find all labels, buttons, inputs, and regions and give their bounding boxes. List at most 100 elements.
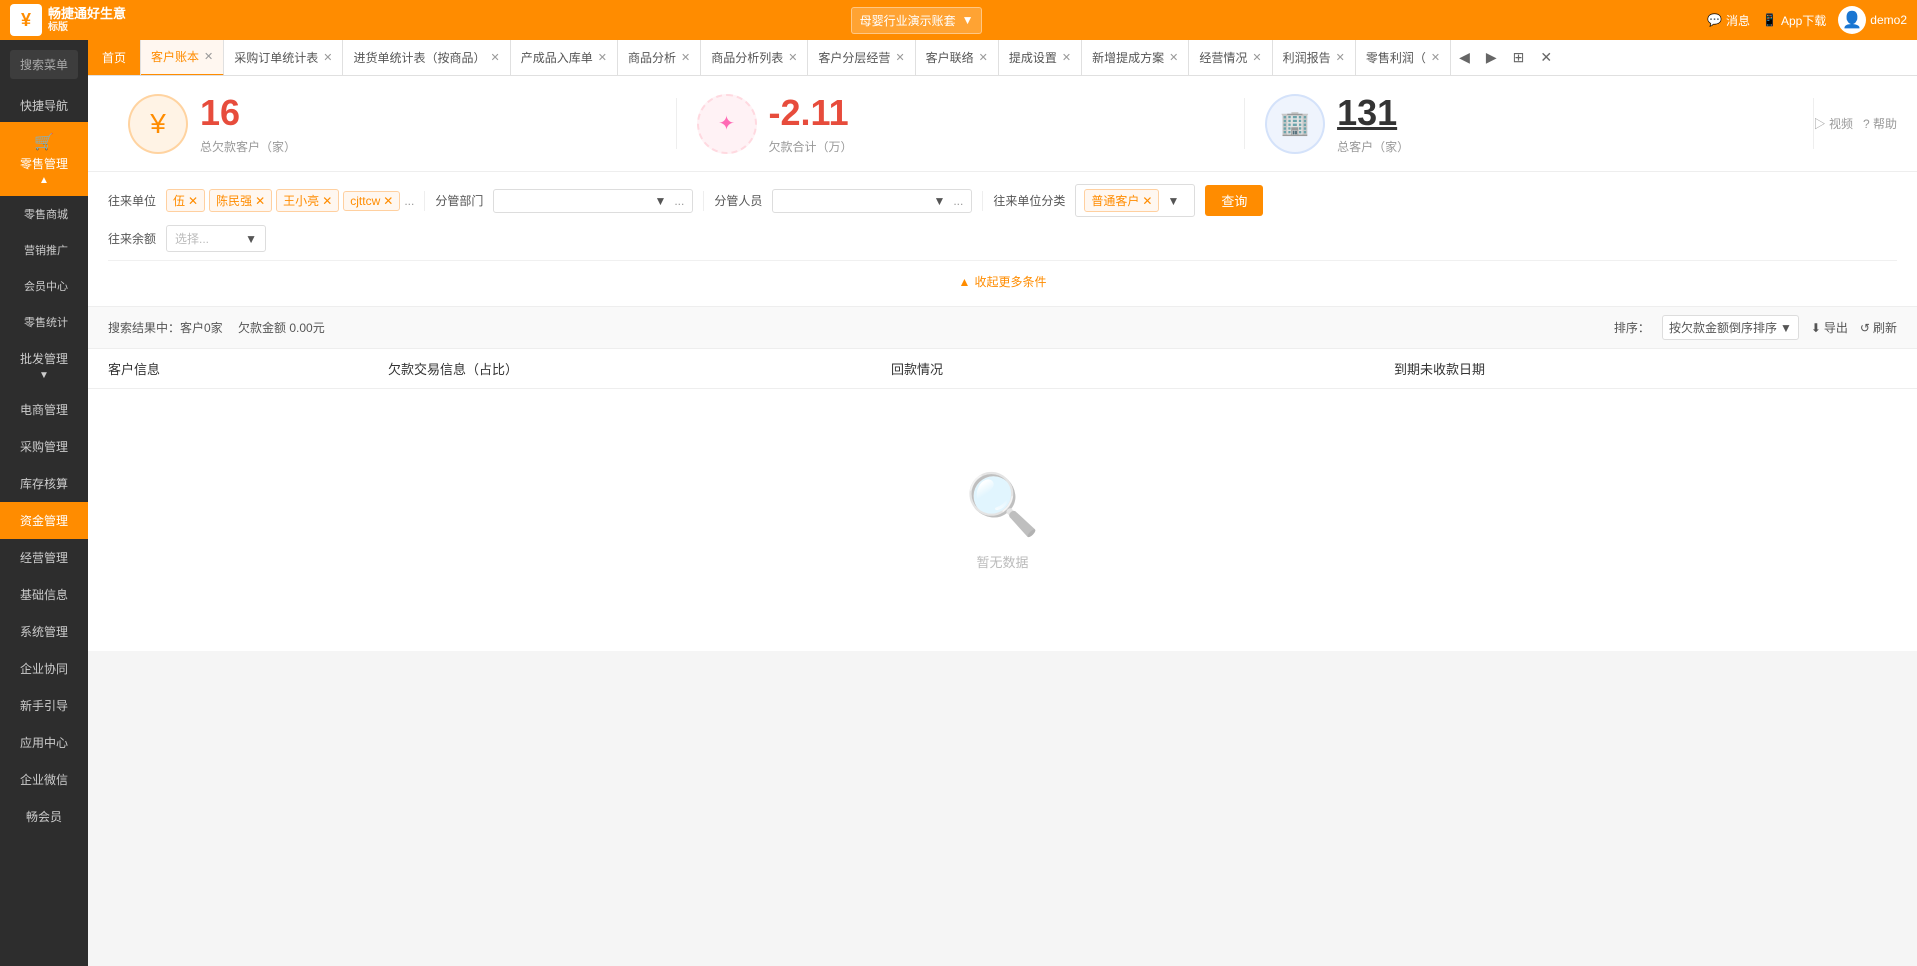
total-owe-customers-label: 总欠款客户（家） — [200, 138, 296, 155]
refresh-btn[interactable]: ↺ 刷新 — [1860, 319, 1897, 336]
tab-stock-stats[interactable]: 进货单统计表（按商品） ✕ — [343, 40, 510, 76]
sidebar-item-basic-info[interactable]: 基础信息 — [0, 576, 88, 613]
tab-profit-report[interactable]: 利润报告 ✕ — [1273, 40, 1356, 76]
sidebar-item-system[interactable]: 系统管理 — [0, 613, 88, 650]
sidebar-item-label-system: 系统管理 — [20, 623, 68, 640]
tab-product-stock-in[interactable]: 产成品入库单 ✕ — [511, 40, 618, 76]
person-select[interactable]: ▼ ... — [772, 189, 972, 213]
tab-purchase-order-stats[interactable]: 采购订单统计表 ✕ — [224, 40, 343, 76]
filter-tags-unit: 伍 ✕ 陈民强 ✕ 王小亮 ✕ — [166, 189, 414, 212]
tab-close-raise[interactable]: ✕ — [1062, 51, 1071, 64]
tab-prev-btn[interactable]: ◀ — [1451, 49, 1478, 66]
tab-contact-label: 客户联络 — [926, 49, 974, 66]
tab-close-all-btn[interactable]: ✕ — [1532, 49, 1560, 66]
filter-more-btn[interactable]: ... — [404, 194, 414, 208]
sidebar-item-purchase[interactable]: 采购管理 — [0, 428, 88, 465]
search-result-bar: 搜索结果中：客户0家 欠款金额 0.00元 排序： 按欠款金额倒序排序 ▼ ⬇ … — [88, 307, 1917, 349]
unit-class-select[interactable]: 普通客户 ✕ ▼ — [1075, 184, 1195, 217]
tag-cjttcw-remove[interactable]: ✕ — [383, 194, 393, 208]
quick-nav-btn[interactable]: 快捷导航 — [0, 89, 88, 122]
stat-text-owe: -2.11 欠款合计（万） — [769, 92, 853, 155]
user-profile-btn[interactable]: 👤 demo2 — [1838, 6, 1907, 34]
tab-purchase-label: 采购订单统计表 — [234, 49, 318, 66]
tab-close-tier[interactable]: ✕ — [895, 51, 904, 64]
sidebar-item-label-wechat: 企业微信 — [20, 771, 68, 788]
export-btn[interactable]: ⬇ 导出 — [1811, 319, 1848, 336]
sidebar-item-batch-mgmt[interactable]: 批发管理 ▼ — [0, 340, 88, 391]
tab-customer-contact[interactable]: 客户联络 ✕ — [916, 40, 999, 76]
content-area: 首页 客户账本 ✕ 采购订单统计表 ✕ 进货单统计表（按商品） ✕ 产成品入库单… — [88, 40, 1917, 966]
sidebar-item-label-app: 应用中心 — [20, 734, 68, 751]
message-btn[interactable]: 💬 消息 — [1707, 12, 1750, 29]
col-repayment: 回款情况 — [891, 359, 1394, 378]
tab-product-analysis-list[interactable]: 商品分析列表 ✕ — [701, 40, 808, 76]
filter-tag-wang: 王小亮 ✕ — [276, 189, 339, 212]
owe-total-label: 欠款合计（万） — [769, 138, 853, 155]
tag-wang-text: 王小亮 — [283, 192, 319, 209]
app-download-btn[interactable]: 📱 App下载 — [1762, 12, 1826, 29]
tab-retail-profit[interactable]: 零售利润（ ✕ — [1356, 40, 1451, 76]
tab-raise-settings[interactable]: 提成设置 ✕ — [999, 40, 1082, 76]
tab-close-operation[interactable]: ✕ — [1252, 51, 1261, 64]
sidebar-item-inventory[interactable]: 库存核算 — [0, 465, 88, 502]
balance-select[interactable]: 选择... ▼ — [166, 225, 266, 252]
tab-close-purchase[interactable]: ✕ — [323, 51, 332, 64]
sidebar-item-finance[interactable]: 资金管理 — [0, 502, 88, 539]
tab-close-stock[interactable]: ✕ — [491, 51, 500, 64]
sidebar-item-label-inventory: 库存核算 — [20, 475, 68, 492]
help-btn[interactable]: ? 帮助 — [1863, 115, 1897, 132]
dept-more[interactable]: ... — [674, 194, 684, 208]
search-menu-btn[interactable]: 搜索菜单 — [10, 50, 78, 79]
sidebar-item-marketing[interactable]: 营销推广 — [0, 232, 88, 268]
sidebar-item-enterprise-collab[interactable]: 企业协同 — [0, 650, 88, 687]
sidebar-item-new-guide[interactable]: 新手引导 — [0, 687, 88, 724]
person-more[interactable]: ... — [953, 194, 963, 208]
balance-placeholder: 选择... — [175, 230, 209, 247]
tab-home-label: 首页 — [102, 49, 126, 66]
sidebar-item-retail-stats[interactable]: 零售统计 — [0, 304, 88, 340]
tab-close-contact[interactable]: ✕ — [979, 51, 988, 64]
store-selector[interactable]: 母婴行业演示账套 ▼ — [851, 7, 983, 34]
tab-operation-status[interactable]: 经营情况 ✕ — [1189, 40, 1272, 76]
tab-customer-account[interactable]: 客户账本 ✕ — [141, 40, 224, 76]
tab-close-product[interactable]: ✕ — [598, 51, 607, 64]
sort-select[interactable]: 按欠款金额倒序排序 ▼ — [1662, 315, 1799, 340]
sidebar-item-member[interactable]: 会员中心 — [0, 268, 88, 304]
stat-text-customers: 16 总欠款客户（家） — [200, 92, 296, 155]
help-icon: ? — [1863, 117, 1870, 131]
tag-wu-remove[interactable]: ✕ — [188, 194, 198, 208]
collapse-btn[interactable]: ▲ 收起更多条件 — [949, 269, 1057, 294]
tab-next-btn[interactable]: ▶ — [1478, 49, 1505, 66]
video-btn[interactable]: ▷ 视频 — [1814, 115, 1853, 132]
tab-close-new-raise[interactable]: ✕ — [1169, 51, 1178, 64]
tab-customer-tier[interactable]: 客户分层经营 ✕ — [808, 40, 915, 76]
sidebar-item-retail-mall[interactable]: 零售商城 — [0, 196, 88, 232]
top-bar-right: 💬 消息 📱 App下载 👤 demo2 — [1707, 6, 1907, 34]
person-chevron: ▼ — [933, 194, 945, 208]
tab-operation-label: 经营情况 — [1199, 49, 1247, 66]
tab-close-analysis[interactable]: ✕ — [681, 51, 690, 64]
tab-close-analysis-list[interactable]: ✕ — [788, 51, 797, 64]
sidebar-item-enterprise-wechat[interactable]: 企业微信 — [0, 761, 88, 798]
retail-arrow-icon: ▲ — [39, 175, 49, 186]
sidebar-item-app-center[interactable]: 应用中心 — [0, 724, 88, 761]
tab-expand-btn[interactable]: ⊞ — [1505, 49, 1533, 66]
sidebar-item-vip[interactable]: 畅会员 — [0, 798, 88, 835]
dept-select[interactable]: ▼ ... — [493, 189, 693, 213]
tab-close-profit[interactable]: ✕ — [1336, 51, 1345, 64]
sidebar-item-operation[interactable]: 经营管理 — [0, 539, 88, 576]
query-btn[interactable]: 查询 — [1205, 185, 1263, 216]
owe-amount-text: 欠款金额 0.00元 — [238, 321, 325, 335]
tag-chen-remove[interactable]: ✕ — [255, 194, 265, 208]
sidebar-item-ecommerce[interactable]: 电商管理 — [0, 391, 88, 428]
tab-new-raise-plan[interactable]: 新增提成方案 ✕ — [1082, 40, 1189, 76]
sidebar-item-retail[interactable]: 🛒 零售管理 ▲ — [0, 122, 88, 196]
tab-close-customer-account[interactable]: ✕ — [204, 50, 213, 63]
tab-product-analysis[interactable]: 商品分析 ✕ — [618, 40, 701, 76]
stat-block-customers: ¥ 16 总欠款客户（家） — [108, 92, 677, 155]
tag-wang-remove[interactable]: ✕ — [322, 194, 332, 208]
filter-tag-wu: 伍 ✕ — [166, 189, 205, 212]
unit-class-remove[interactable]: ✕ — [1142, 194, 1152, 208]
tab-home[interactable]: 首页 — [88, 40, 141, 76]
tab-close-retail-profit[interactable]: ✕ — [1431, 51, 1440, 64]
